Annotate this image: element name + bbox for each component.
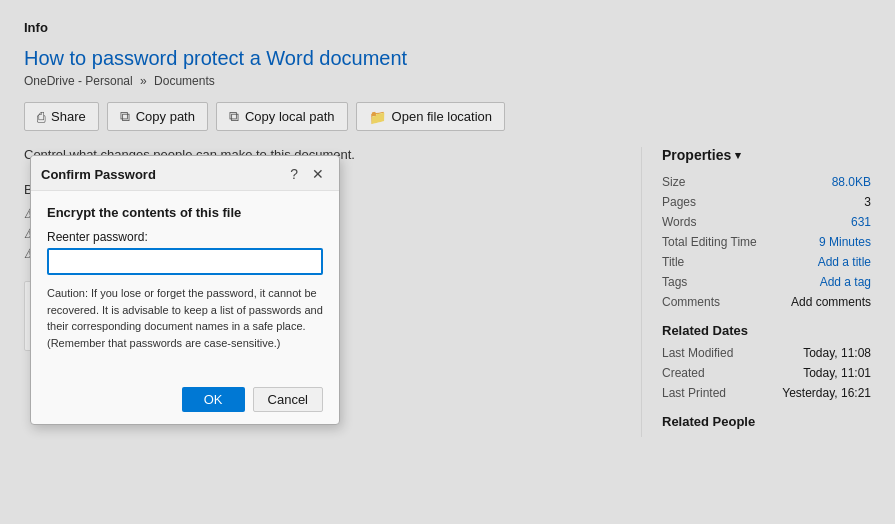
dialog-close-button[interactable]: ✕: [307, 164, 329, 184]
dialog-overlay: Confirm Password ? ✕ Encrypt the content…: [0, 0, 895, 524]
confirm-password-dialog: Confirm Password ? ✕ Encrypt the content…: [30, 155, 340, 425]
dialog-section-title: Encrypt the contents of this file: [47, 205, 323, 220]
dialog-body: Encrypt the contents of this file Reente…: [31, 191, 339, 379]
password-field-label: Reenter password:: [47, 230, 323, 244]
dialog-titlebar-buttons: ? ✕: [285, 164, 329, 184]
reenter-password-input[interactable]: [47, 248, 323, 275]
dialog-cancel-button[interactable]: Cancel: [253, 387, 323, 412]
dialog-ok-button[interactable]: OK: [182, 387, 245, 412]
dialog-help-button[interactable]: ?: [285, 164, 303, 184]
dialog-caution-text: Caution: If you lose or forget the passw…: [47, 285, 323, 351]
dialog-footer: OK Cancel: [31, 379, 339, 424]
dialog-title: Confirm Password: [41, 167, 156, 182]
main-container: Info How to password protect a Word docu…: [0, 0, 895, 524]
dialog-titlebar: Confirm Password ? ✕: [31, 156, 339, 191]
